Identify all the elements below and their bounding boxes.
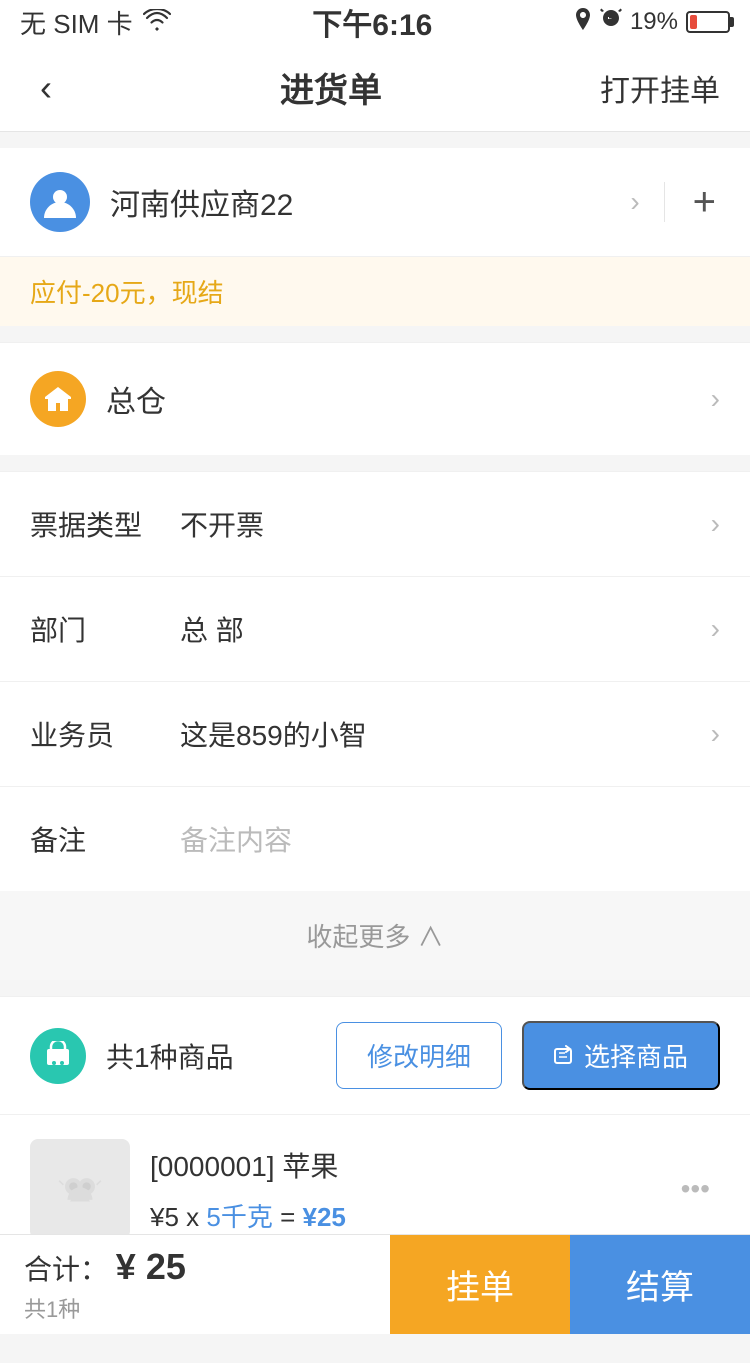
user-icon bbox=[42, 184, 78, 220]
invoice-type-value: 不开票 bbox=[170, 504, 711, 544]
remark-label: 备注 bbox=[30, 819, 170, 859]
remark-input[interactable]: 备注内容 bbox=[170, 819, 720, 859]
total-label: 合计： bbox=[24, 1254, 108, 1285]
more-button[interactable]: ••• bbox=[671, 1163, 720, 1215]
collapse-row[interactable]: 收起更多 ∧ bbox=[0, 891, 750, 980]
department-chevron-icon: › bbox=[711, 613, 720, 645]
page-title: 进货单 bbox=[280, 63, 382, 112]
equals-sign: = bbox=[280, 1202, 302, 1232]
supplier-notice: 应付-20元，现结 bbox=[0, 257, 750, 326]
product-price-row: ¥5 x 5千克 = ¥25 bbox=[150, 1197, 651, 1234]
back-button[interactable]: ‹ bbox=[30, 57, 62, 119]
nav-bar: ‹ 进货单 打开挂单 bbox=[0, 44, 750, 132]
battery-icon bbox=[686, 11, 730, 33]
invoice-chevron-icon: › bbox=[711, 508, 720, 540]
status-right: 19% bbox=[574, 8, 730, 37]
status-bar: 无 SIM 卡 下午6:16 19% bbox=[0, 0, 750, 44]
supplier-avatar bbox=[30, 172, 90, 232]
salesman-value: 这是859的小智 bbox=[170, 714, 711, 754]
open-pending-button[interactable]: 打开挂单 bbox=[600, 66, 720, 110]
select-product-button[interactable]: 选择商品 bbox=[522, 1021, 720, 1090]
location-icon bbox=[574, 8, 592, 37]
department-row[interactable]: 部门 总 部 › bbox=[0, 576, 750, 681]
checkout-button[interactable]: 结算 bbox=[570, 1235, 750, 1334]
department-value: 总 部 bbox=[170, 609, 711, 649]
wifi-icon bbox=[143, 7, 171, 38]
remark-row[interactable]: 备注 备注内容 bbox=[0, 786, 750, 891]
warehouse-name: 总仓 bbox=[106, 377, 711, 421]
carrier-text: 无 SIM 卡 bbox=[20, 4, 133, 41]
total-count: 共1种 bbox=[24, 1292, 366, 1324]
home-icon bbox=[43, 384, 73, 414]
status-carrier: 无 SIM 卡 bbox=[20, 4, 171, 41]
supplier-name: 河南供应商22 bbox=[110, 180, 630, 224]
total-section: 合计： ¥ 25 共1种 bbox=[0, 1235, 390, 1334]
salesman-row[interactable]: 业务员 这是859的小智 › bbox=[0, 681, 750, 786]
invoice-type-label: 票据类型 bbox=[30, 504, 170, 544]
select-product-icon bbox=[554, 1045, 576, 1067]
battery-percentage: 19% bbox=[630, 8, 678, 36]
status-time: 下午6:16 bbox=[312, 0, 432, 44]
alarm-icon bbox=[600, 8, 622, 37]
product-title: 苹果 bbox=[282, 1151, 338, 1182]
divider-4 bbox=[0, 980, 750, 996]
warehouse-chevron-icon: › bbox=[711, 383, 720, 415]
form-card: 票据类型 不开票 › 部门 总 部 › 业务员 这是859的小智 › 备注 备注… bbox=[0, 471, 750, 891]
total-amount: ¥ 25 bbox=[116, 1246, 186, 1287]
product-icon bbox=[30, 1028, 86, 1084]
edit-detail-button[interactable]: 修改明细 bbox=[336, 1022, 502, 1089]
product-header: 共1种商品 修改明细 选择商品 bbox=[0, 996, 750, 1114]
hang-button[interactable]: 挂单 bbox=[390, 1235, 570, 1334]
owl-logo-icon bbox=[55, 1164, 105, 1214]
product-quantity: 5千克 bbox=[206, 1202, 272, 1232]
divider-3 bbox=[0, 455, 750, 471]
divider-1 bbox=[0, 132, 750, 148]
select-product-label: 选择商品 bbox=[584, 1037, 688, 1074]
add-button[interactable]: + bbox=[689, 180, 720, 225]
cart-icon bbox=[43, 1041, 73, 1071]
bottom-bar: 合计： ¥ 25 共1种 挂单 结算 bbox=[0, 1234, 750, 1334]
chevron-right-icon: › bbox=[630, 186, 639, 218]
multiply-sign: x bbox=[186, 1202, 206, 1232]
product-count-text: 共1种商品 bbox=[106, 1036, 316, 1076]
product-name: [0000001] 苹果 bbox=[150, 1145, 651, 1185]
supplier-row[interactable]: 河南供应商22 › + bbox=[0, 148, 750, 257]
product-unit-price: ¥5 bbox=[150, 1202, 179, 1232]
product-info: [0000001] 苹果 ¥5 x 5千克 = ¥25 bbox=[150, 1145, 651, 1234]
product-total: ¥25 bbox=[303, 1202, 346, 1232]
salesman-label: 业务员 bbox=[30, 714, 170, 754]
total-row: 合计： ¥ 25 bbox=[24, 1246, 366, 1288]
department-label: 部门 bbox=[30, 609, 170, 649]
product-thumbnail bbox=[30, 1139, 130, 1239]
product-code: [0000001] bbox=[150, 1151, 275, 1182]
supplier-divider bbox=[664, 182, 665, 222]
supplier-card: 河南供应商22 › + 应付-20元，现结 bbox=[0, 148, 750, 326]
warehouse-icon bbox=[30, 371, 86, 427]
invoice-type-row[interactable]: 票据类型 不开票 › bbox=[0, 471, 750, 576]
salesman-chevron-icon: › bbox=[711, 718, 720, 750]
divider-2 bbox=[0, 326, 750, 342]
warehouse-row[interactable]: 总仓 › bbox=[0, 342, 750, 455]
